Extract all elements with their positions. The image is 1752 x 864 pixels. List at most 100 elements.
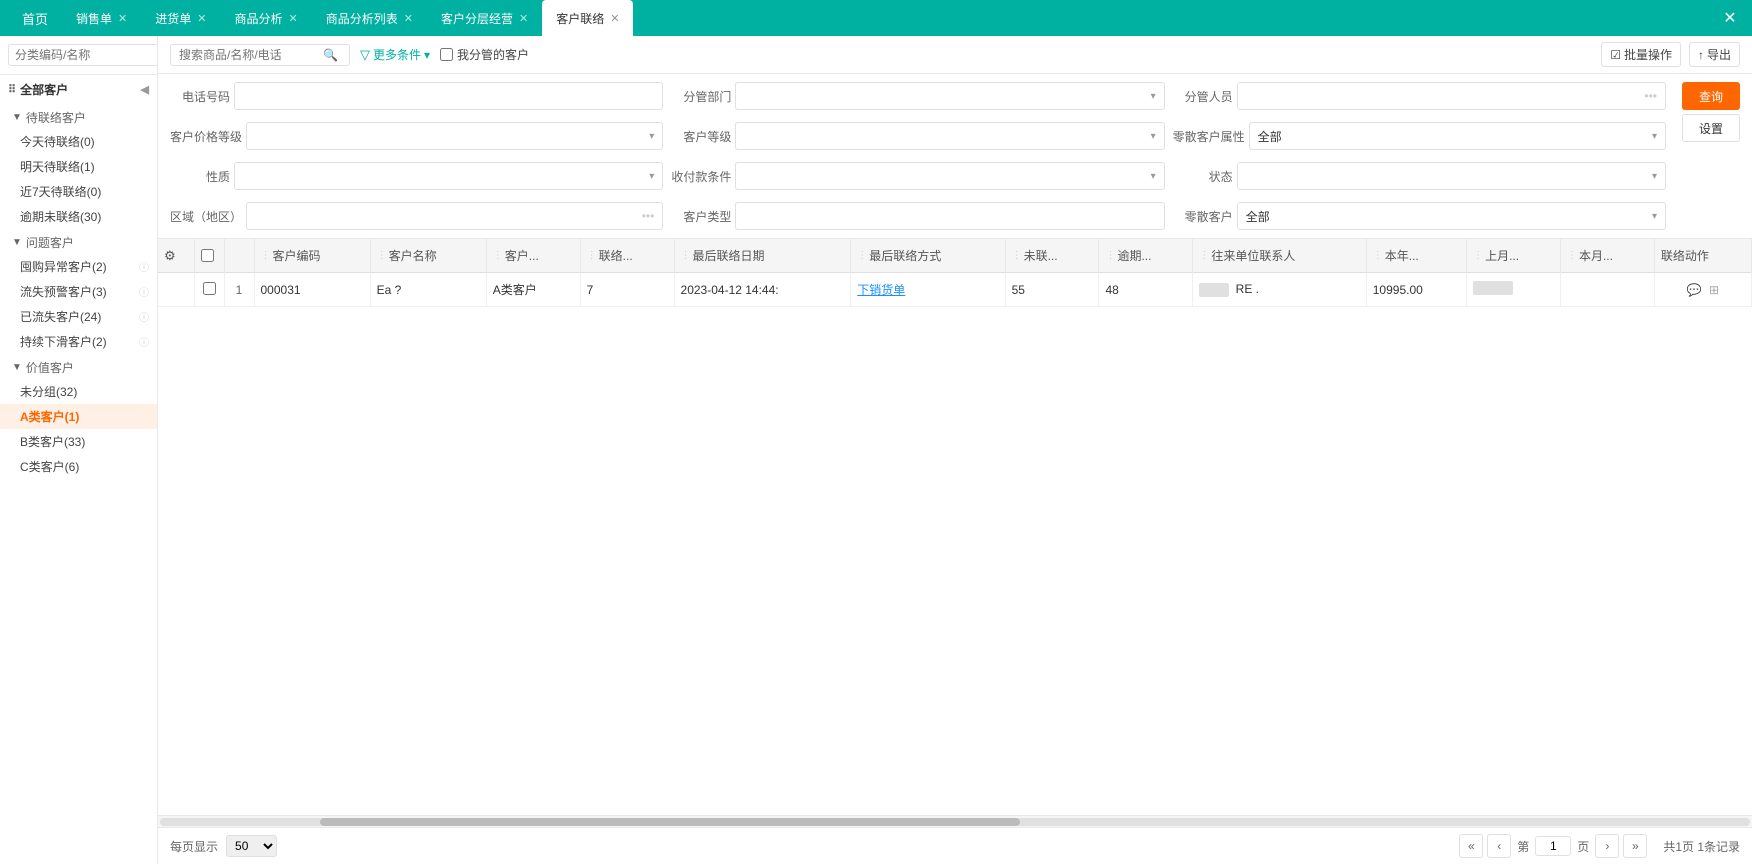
- main-search-icon[interactable]: 🔍: [323, 48, 338, 62]
- batch-op-icon: ☑: [1610, 48, 1621, 62]
- sidebar-group-label[interactable]: ▼待联络客户: [0, 104, 157, 129]
- sidebar-item-label: 今天待联络(0): [20, 133, 95, 150]
- tab-close-icon[interactable]: ✕: [289, 12, 298, 25]
- tab-close-icon[interactable]: ✕: [404, 12, 413, 25]
- more-conditions-button[interactable]: ▽ 更多条件 ▾: [360, 46, 430, 63]
- retail-attr-select[interactable]: 全部▾: [1249, 122, 1666, 150]
- retail-customer-field: 零散客户 全部▾: [1173, 202, 1666, 230]
- sidebar-group-label[interactable]: ▼价值客户: [0, 354, 157, 379]
- tab-close-icon[interactable]: ✕: [118, 12, 127, 25]
- pagination-bar: 每页显示 50 100 200 « ‹ 第 页 › » 共1页 1条记录: [158, 827, 1752, 864]
- page-size-select[interactable]: 50 100 200: [226, 835, 277, 857]
- top-nav: 首页 销售单✕进货单✕商品分析✕商品分析列表✕客户分层经营✕客户联络✕ ✕: [0, 0, 1752, 36]
- info-icon: ⓘ: [139, 309, 149, 324]
- sidebar-item[interactable]: B类客户(33): [0, 429, 157, 454]
- sidebar-item-label: 未分组(32): [20, 383, 77, 400]
- col-this-month: ⋮本月...: [1560, 239, 1654, 273]
- tab-close-icon[interactable]: ✕: [610, 12, 619, 25]
- batch-operation-button[interactable]: ☑ 批量操作: [1601, 42, 1681, 67]
- manager-input[interactable]: •••: [1237, 82, 1666, 110]
- prev-page-button[interactable]: ‹: [1487, 834, 1511, 858]
- col-check-all[interactable]: [194, 239, 224, 273]
- nav-tab-客户分层经营[interactable]: 客户分层经营✕: [427, 0, 542, 36]
- region-field: 区域（地区） •••: [170, 202, 663, 230]
- my-customers-checkbox-area[interactable]: 我分管的客户: [440, 46, 529, 63]
- row-no-contact-cell: 55: [1005, 273, 1099, 307]
- action-icon[interactable]: ⊞: [1709, 283, 1719, 297]
- sidebar-item-label: C类客户(6): [20, 458, 79, 475]
- phone-input[interactable]: [234, 82, 663, 110]
- customer-type-label: 客户类型: [671, 208, 731, 225]
- table-area: ⚙ ⋮客户编码 ⋮客户名称 ⋮客户... ⋮联络... ⋮最后联络日期 ⋮最后联…: [158, 239, 1752, 815]
- main-search-box[interactable]: 🔍: [170, 44, 350, 66]
- nav-tab-客户联络[interactable]: 客户联络 ✕: [542, 0, 633, 36]
- my-customers-checkbox[interactable]: [440, 48, 453, 61]
- nature-select[interactable]: ▾: [234, 162, 663, 190]
- sidebar-item[interactable]: 未分组(32): [0, 379, 157, 404]
- tab-close-icon[interactable]: ✕: [519, 12, 528, 25]
- region-input[interactable]: •••: [246, 202, 663, 230]
- row-last-method-cell[interactable]: 下销货单: [851, 273, 1005, 307]
- row-check-cell[interactable]: [194, 273, 224, 307]
- row-code-cell: 000031: [254, 273, 370, 307]
- dept-select[interactable]: ▾: [735, 82, 1164, 110]
- sidebar-item[interactable]: 流失预警客户(3)ⓘ: [0, 279, 157, 304]
- row-checkbox[interactable]: [203, 282, 216, 295]
- sidebar-group: ▼问题客户囤购异常客户(2)ⓘ流失预警客户(3)ⓘ已流失客户(24)ⓘ持续下滑客…: [0, 229, 157, 354]
- nav-tab-进货单[interactable]: 进货单✕: [141, 0, 220, 36]
- sidebar-item[interactable]: 已流失客户(24)ⓘ: [0, 304, 157, 329]
- sidebar-item[interactable]: 持续下滑客户(2)ⓘ: [0, 329, 157, 354]
- sidebar-item[interactable]: 今天待联络(0): [0, 129, 157, 154]
- last-page-button[interactable]: »: [1623, 834, 1647, 858]
- payment-select[interactable]: ▾: [735, 162, 1164, 190]
- price-level-select[interactable]: ▾: [246, 122, 663, 150]
- sidebar-item[interactable]: 明天待联络(1): [0, 154, 157, 179]
- horizontal-scrollbar[interactable]: [158, 815, 1752, 827]
- col-settings[interactable]: ⚙: [158, 239, 194, 273]
- row-last-month-cell: [1467, 273, 1561, 307]
- status-select[interactable]: ▾: [1237, 162, 1666, 190]
- sidebar-item[interactable]: C类客户(6): [0, 454, 157, 479]
- nav-tab-销售单[interactable]: 销售单 ✕: [62, 0, 141, 36]
- nav-tab-商品分析[interactable]: 商品分析✕: [220, 0, 311, 36]
- filter-actions: 查询 设置: [1682, 82, 1740, 142]
- status-field: 状态 ▾: [1173, 162, 1666, 190]
- retail-customer-select[interactable]: 全部▾: [1237, 202, 1666, 230]
- tab-close-icon[interactable]: ✕: [197, 12, 206, 25]
- settings-button[interactable]: 设置: [1682, 114, 1740, 142]
- dept-label: 分管部门: [671, 88, 731, 105]
- first-page-button[interactable]: «: [1459, 834, 1483, 858]
- nav-tab-商品分析列表[interactable]: 商品分析列表 ✕: [312, 0, 427, 36]
- page-nav: « ‹ 第 页 › » 共1页 1条记录: [1459, 834, 1740, 858]
- last-method-link[interactable]: 下销货单: [857, 283, 905, 297]
- sidebar-section-label: 全部客户: [20, 81, 68, 98]
- sidebar-item[interactable]: 囤购异常客户(2)ⓘ: [0, 254, 157, 279]
- message-icon[interactable]: 💬: [1687, 283, 1702, 297]
- sidebar-item[interactable]: A类客户(1): [0, 404, 157, 429]
- sidebar-search-input[interactable]: [8, 44, 158, 66]
- customer-type-input[interactable]: [735, 202, 1164, 230]
- sidebar-group-label[interactable]: ▼问题客户: [0, 229, 157, 254]
- next-page-button[interactable]: ›: [1595, 834, 1619, 858]
- sidebar-collapse-icon[interactable]: ◀: [141, 83, 149, 96]
- col-last-date: ⋮最后联络日期: [674, 239, 851, 273]
- customer-level-select[interactable]: ▾: [735, 122, 1164, 150]
- customer-level-field: 客户等级 ▾: [671, 122, 1164, 150]
- check-all-checkbox[interactable]: [201, 249, 214, 262]
- tab-label: 客户联络: [556, 10, 604, 27]
- sidebar-item[interactable]: 逾期未联络(30): [0, 204, 157, 229]
- tab-label: 商品分析列表: [326, 10, 398, 27]
- tab-label: 销售单: [76, 10, 112, 27]
- page-number-input[interactable]: [1535, 836, 1571, 856]
- close-window-button[interactable]: ✕: [1716, 4, 1744, 32]
- nav-home[interactable]: 首页: [8, 0, 62, 36]
- main-search-input[interactable]: [179, 48, 319, 62]
- scrollbar-thumb[interactable]: [320, 818, 1020, 826]
- scrollbar-track: [160, 818, 1750, 826]
- sidebar-group: ▼价值客户未分组(32) A类客户(1)B类客户(33) C类客户(6): [0, 354, 157, 479]
- export-button[interactable]: ↑ 导出: [1689, 42, 1740, 67]
- row-action-cell[interactable]: 💬 ⊞: [1654, 273, 1751, 307]
- query-button[interactable]: 查询: [1682, 82, 1740, 110]
- sidebar-item[interactable]: 近7天待联络(0): [0, 179, 157, 204]
- sidebar-all-customers-header[interactable]: ⠿ 全部客户 ◀: [0, 75, 157, 104]
